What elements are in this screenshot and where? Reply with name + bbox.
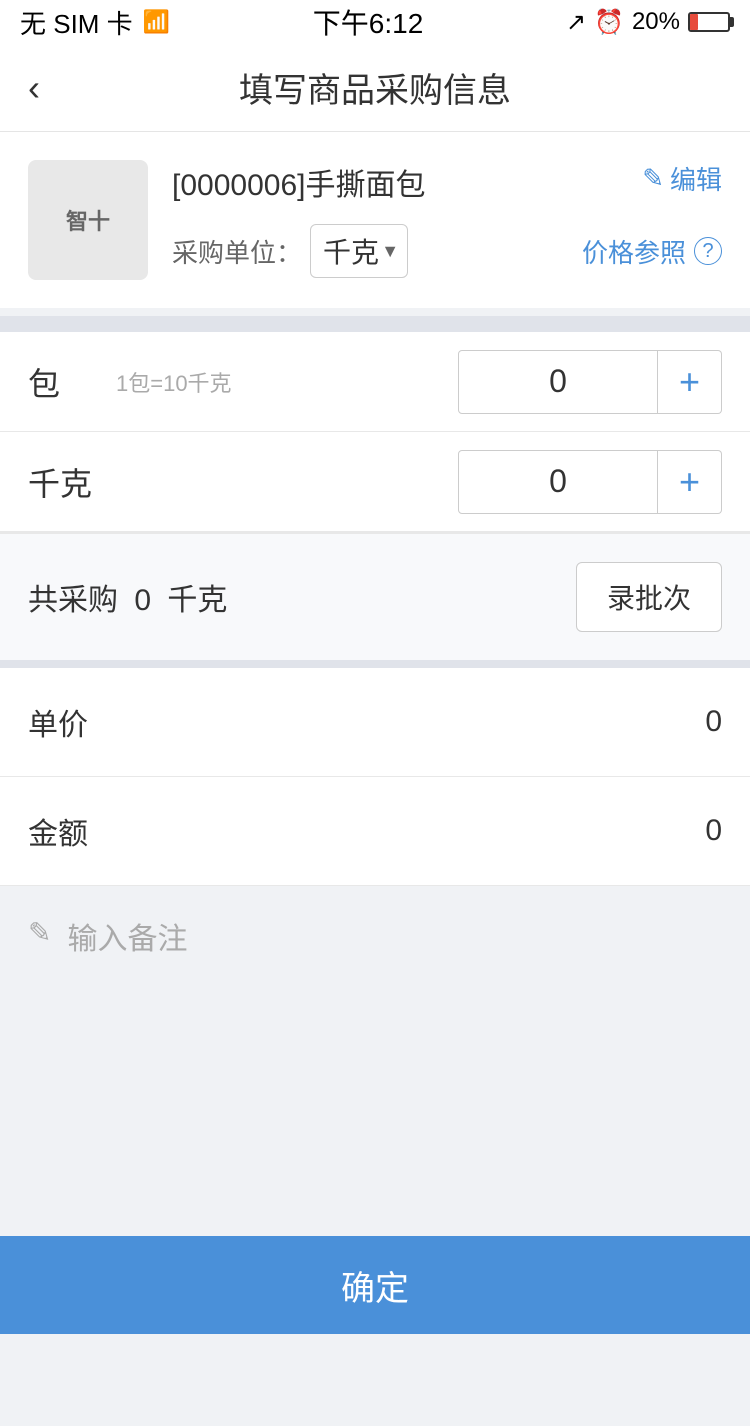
- bag-quantity-input[interactable]: [458, 350, 658, 414]
- edit-label: 编辑: [670, 160, 722, 197]
- price-ref-button[interactable]: 价格参照 ?: [582, 233, 722, 270]
- kg-input-row: 千克 +: [0, 432, 750, 532]
- alarm-icon: ⏰: [594, 8, 624, 37]
- section-divider-1: [0, 316, 750, 332]
- bag-label: 包: [28, 359, 108, 405]
- status-left: 无 SIM 卡 📶: [20, 4, 170, 41]
- total-label-prefix: 共采购: [28, 584, 118, 617]
- location-icon: ↗: [566, 8, 586, 37]
- total-row: 共采购 0 千克 录批次: [0, 534, 750, 660]
- input-section: 包 1包=10千克 + 千克 +: [0, 332, 750, 532]
- edit-button[interactable]: ✎ 编辑: [642, 160, 722, 197]
- battery-icon: [688, 12, 730, 32]
- price-section: 单价 0 金额 0: [0, 668, 750, 886]
- kg-plus-button[interactable]: +: [658, 450, 722, 514]
- amount-row: 金额 0: [0, 777, 750, 886]
- product-logo-text: 智十: [66, 204, 110, 236]
- kg-label: 千克: [28, 459, 108, 505]
- bag-input-row: 包 1包=10千克 +: [0, 332, 750, 432]
- unit-select[interactable]: 千克: [310, 224, 408, 278]
- product-image: 智十: [28, 160, 148, 280]
- notes-section[interactable]: ✎ 输入备注: [0, 886, 750, 1066]
- unit-price-row: 单价 0: [0, 668, 750, 777]
- record-batch-button[interactable]: 录批次: [576, 562, 722, 632]
- wifi-icon: 📶: [143, 9, 170, 35]
- amount-value: 0: [705, 814, 722, 848]
- notes-placeholder: 输入备注: [67, 914, 187, 958]
- pencil-icon: ✎: [28, 916, 51, 949]
- confirm-button[interactable]: 确定: [0, 1236, 750, 1334]
- status-time: 下午6:12: [313, 2, 424, 42]
- kg-input-right: +: [458, 450, 722, 514]
- bag-plus-button[interactable]: +: [658, 350, 722, 414]
- total-label: 共采购 0 千克: [28, 575, 227, 619]
- kg-quantity-input[interactable]: [458, 450, 658, 514]
- amount-label: 金额: [28, 809, 88, 853]
- bag-sub-label: 1包=10千克: [116, 366, 232, 398]
- unit-price-value: 0: [705, 705, 722, 739]
- edit-icon: ✎: [642, 163, 664, 194]
- unit-price-label: 单价: [28, 700, 88, 744]
- help-icon: ?: [694, 237, 722, 265]
- unit-label: 采购单位：: [172, 233, 302, 270]
- bag-input-right: +: [458, 350, 722, 414]
- carrier-text: 无 SIM 卡: [20, 4, 133, 41]
- product-section: 智十 [0000006]手撕面包 ✎ 编辑 采购单位： 千克 价格参照 ?: [0, 132, 750, 316]
- price-ref-label: 价格参照: [582, 233, 686, 270]
- unit-value: 千克: [323, 231, 379, 271]
- status-right: ↗ ⏰ 20%: [566, 8, 730, 37]
- total-amount: 0: [134, 584, 151, 617]
- product-name: [0000006]手撕面包: [172, 160, 425, 204]
- total-section: 共采购 0 千克 录批次: [0, 532, 750, 668]
- page-title: 填写商品采购信息: [239, 63, 511, 112]
- battery-fill: [690, 14, 698, 30]
- product-unit-row: 采购单位： 千克 价格参照 ?: [172, 224, 722, 278]
- nav-bar: ‹ 填写商品采购信息: [0, 44, 750, 132]
- status-bar: 无 SIM 卡 📶 下午6:12 ↗ ⏰ 20%: [0, 0, 750, 44]
- product-header: [0000006]手撕面包 ✎ 编辑: [172, 160, 722, 204]
- back-button[interactable]: ‹: [28, 67, 40, 109]
- battery-pct: 20%: [632, 8, 680, 36]
- product-info: [0000006]手撕面包 ✎ 编辑 采购单位： 千克 价格参照 ?: [172, 160, 722, 278]
- total-label-suffix: 千克: [167, 584, 227, 617]
